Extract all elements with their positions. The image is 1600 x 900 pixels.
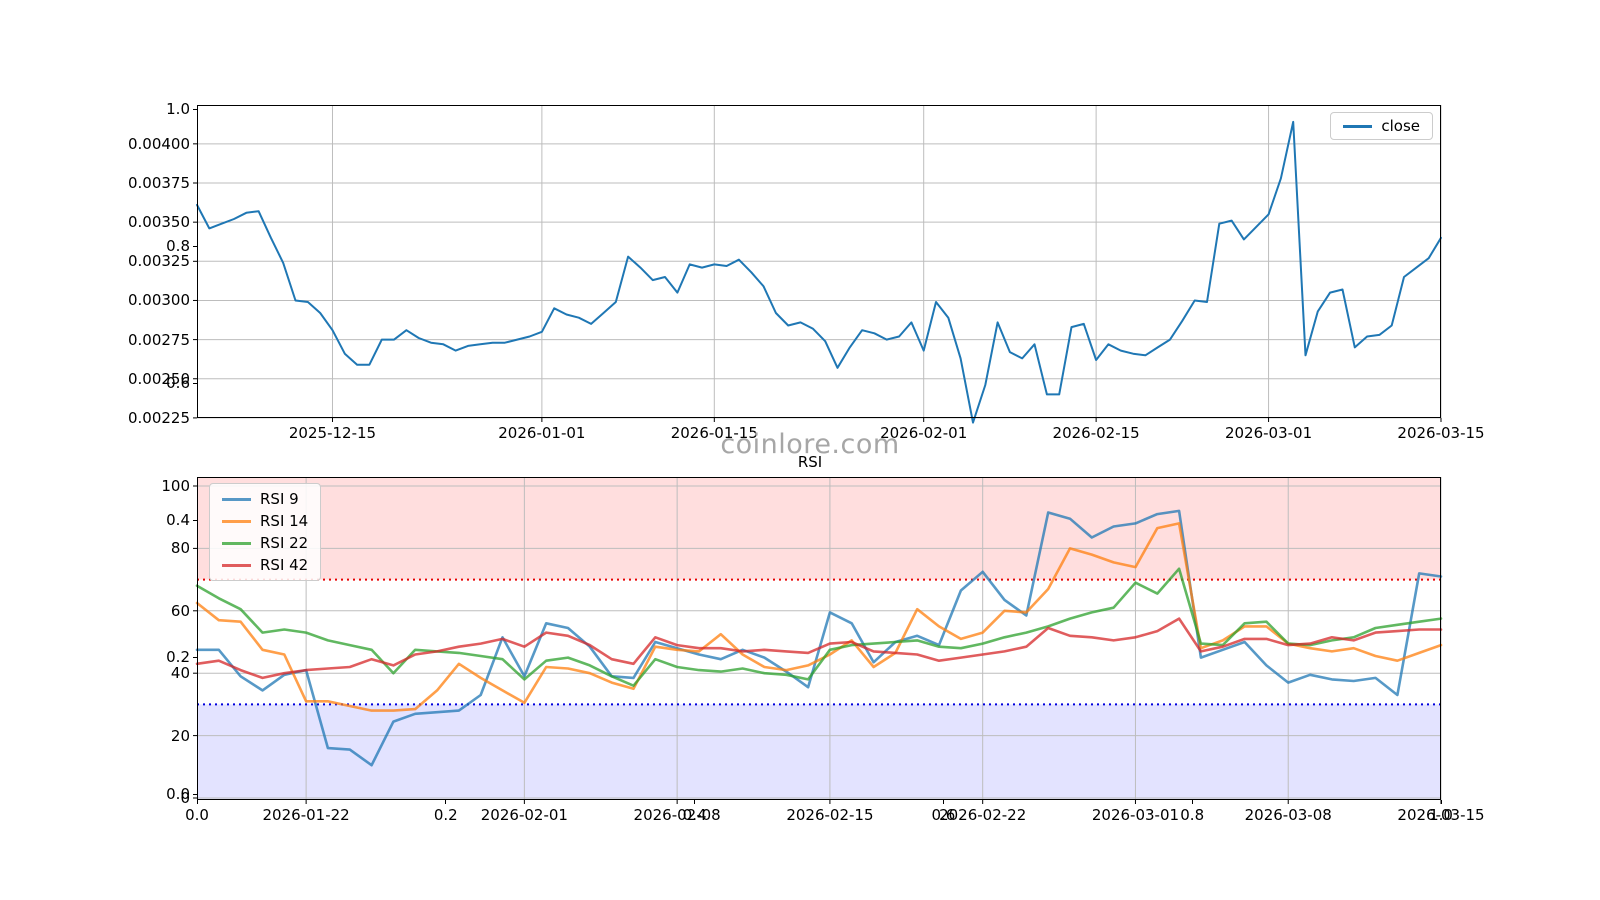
overlay-x-tick-label: 0.0 [185,806,209,824]
legend-label: RSI 14 [260,512,309,530]
legend-entry-rsi-14: RSI 14 [212,510,318,532]
rsi-chart [193,477,1443,804]
price-y-tick-label: 0.00225 [127,408,190,427]
rsi-line-swatch [222,519,251,523]
rsi-x-tick-label: 2026-03-01 [1091,806,1180,824]
price-x-tick-label: 2026-03-15 [1397,424,1485,442]
rsi-x-tick-label: 2026-02-08 [633,806,721,824]
rsi-y-tick-label: 20 [170,726,190,745]
legend-entry-close: close [1333,115,1430,137]
rsi-y-tick-label: 80 [170,539,190,558]
rsi-x-tick-label: 2026-01-22 [262,806,350,824]
overlay-y-tick [193,245,197,247]
rsi-chart-title: RSI [797,453,823,471]
overlay-y-tick-label: 0.2 [166,648,190,666]
rsi-y-tick-label: 100 [161,476,190,495]
overlay-x-tick [694,800,696,804]
overlay-y-tick-label: 0.4 [166,511,190,529]
price-x-tick-label: 2025-12-15 [288,424,377,442]
overlay-x-tick-label: 0.6 [931,806,956,824]
overlay-y-tick [193,519,197,521]
rsi-x-tick-label: 2026-02-15 [786,806,874,824]
price-chart [193,105,1442,424]
overlay-y-tick-label: 0.8 [166,237,190,255]
rsi-line-swatch [222,563,251,567]
overlay-x-tick-label: 1.0 [1429,806,1453,824]
legend-label: RSI 42 [260,556,309,574]
price-y-tick-label: 0.00325 [127,252,190,271]
overlay-y-tick-label: 0.0 [166,785,190,803]
chart-figure: 2025-12-15 2026-01-01 2026-01-15 2026-02-01… [0,0,1600,900]
overlay-x-tick [1440,800,1442,804]
overlay-y-tick [193,382,197,384]
legend-label: RSI 22 [260,534,309,552]
legend-entry-rsi-42: RSI 42 [212,554,318,576]
price-y-tick-label: 0.00275 [127,330,190,349]
overlay-x-tick-label: 0.8 [1180,806,1205,824]
price-x-tick-label: 2026-02-15 [1052,424,1140,442]
rsi-line-swatch [222,497,251,501]
rsi-x-tick-label: 2026-03-08 [1244,806,1332,824]
overlay-y-tick-label: 0.6 [166,374,190,392]
legend-label-close: close [1381,117,1420,135]
price-y-tick-label: 0.00350 [127,213,190,232]
overlay-x-tick [445,800,447,804]
legend-entry-rsi-9: RSI 9 [212,488,318,510]
overlay-y-tick [193,656,197,658]
overlay-x-tick [942,800,944,804]
price-y-tick-label: 0.00300 [127,291,190,310]
overlay-y-tick [193,793,197,795]
close-line-swatch [1343,124,1373,128]
overlay-x-tick [196,800,198,804]
price-x-tick-label: 2026-03-01 [1224,424,1313,442]
rsi-x-tick-label: 2026-02-01 [480,806,568,824]
overlay-x-tick [1191,800,1193,804]
price-x-tick-label: 2026-01-01 [498,424,586,442]
rsi-line-swatch [222,541,251,545]
overlay-x-tick-label: 0.4 [682,806,707,824]
overlay-y-tick [193,108,197,110]
rsi-y-tick-label: 40 [170,664,190,683]
overlay-y-tick-label: 1.0 [166,100,190,118]
rsi-y-tick-label: 60 [170,601,190,620]
legend-label: RSI 9 [260,490,299,508]
price-y-tick-label: 0.00375 [127,174,190,192]
overlay-x-tick-label: 0.2 [433,806,458,824]
price-y-tick-label: 0.00400 [127,134,190,153]
price-legend: close [1330,112,1433,140]
legend-entry-rsi-22: RSI 22 [212,532,318,554]
rsi-legend: RSI 9 RSI 14 RSI 22 RSI 42 [209,483,322,581]
